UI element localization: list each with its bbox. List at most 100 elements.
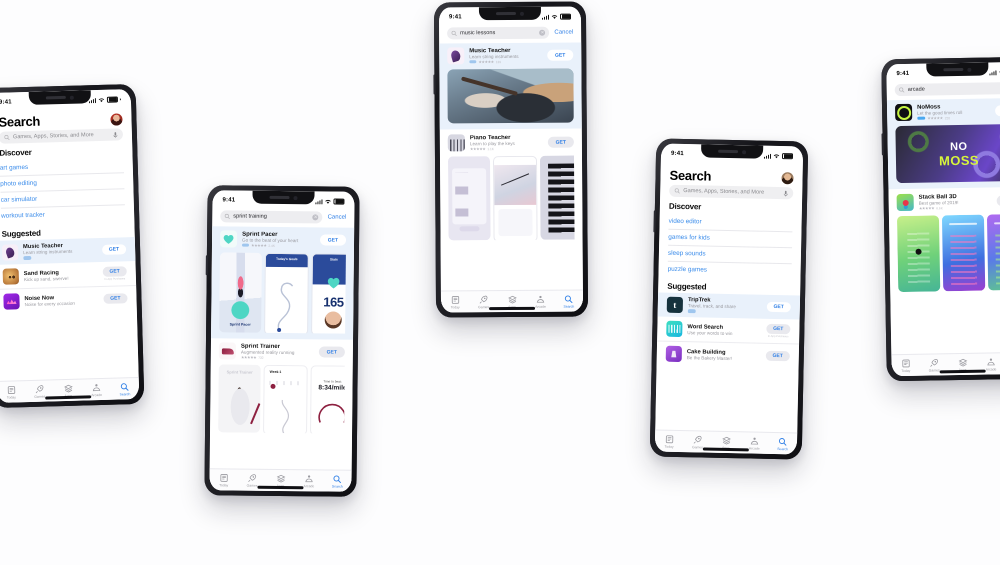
tab-label: Search (331, 484, 343, 489)
tab-label: Today (901, 368, 911, 373)
tab-label: Search (119, 391, 131, 397)
tab-search[interactable]: Search (555, 294, 583, 308)
screenshot[interactable] (539, 155, 575, 240)
rating-count: 139 (495, 59, 502, 64)
screenshot-strip[interactable] (447, 155, 575, 241)
get-button[interactable]: GET (103, 293, 128, 304)
get-button[interactable]: GET (546, 49, 574, 61)
list-item[interactable]: Cake Building Be the Bakery Master! GET (657, 342, 799, 369)
avatar-face (110, 112, 123, 126)
screenshot[interactable]: Sprint Trainer (218, 364, 261, 433)
screenshot-strip[interactable]: Sprint Trainer Week 1 Time to beat: (218, 364, 345, 434)
stack-art (950, 234, 977, 286)
search-input[interactable]: music lessons ✕ (447, 26, 550, 40)
screenshot[interactable]: Sprint Pacer (219, 252, 262, 333)
apps-icon (63, 384, 73, 392)
app-icon-art (3, 293, 19, 309)
avatar[interactable] (110, 112, 123, 126)
get-button[interactable]: GET (547, 136, 574, 148)
app-store-search-screen-4: 9:41 Search Games, Apps, Stories, and Mo… (654, 143, 804, 455)
microphone-icon[interactable] (783, 190, 788, 197)
search-input[interactable]: Games, Apps, Stories, and More (0, 128, 124, 144)
get-button[interactable]: GET (102, 266, 127, 277)
front-camera (293, 195, 298, 200)
games-icon (479, 295, 488, 303)
hero-screenshot[interactable]: NO MOSS (895, 123, 1000, 184)
rating-count: 732 (258, 355, 264, 360)
phone-device-4: 9:41 Search Games, Apps, Stories, and Mo… (649, 138, 809, 460)
tab-today[interactable]: Today (655, 434, 684, 449)
search-input[interactable]: sprint training ✕ (220, 210, 323, 224)
tab-label: Today (664, 444, 674, 449)
microphone-icon[interactable] (113, 131, 118, 138)
screenshot-strip[interactable] (896, 213, 1000, 293)
list-item[interactable]: Noise Now Noise for every occasion GET (0, 286, 137, 314)
metric-value: 165 (323, 294, 344, 310)
screenshot[interactable]: Stats 165 (311, 253, 346, 334)
search-input[interactable]: arcade ✕ (894, 81, 1000, 97)
screenshot[interactable] (447, 156, 491, 241)
get-button[interactable]: GET (101, 244, 127, 255)
cancel-button[interactable]: Cancel (554, 30, 573, 36)
get-button[interactable]: GET (996, 194, 1000, 207)
avatar[interactable] (781, 171, 794, 184)
screenshot[interactable] (941, 214, 986, 292)
get-button[interactable]: GET (318, 346, 345, 358)
screenshot[interactable]: Week 1 (263, 364, 308, 434)
clear-search-icon[interactable]: ✕ (312, 214, 319, 221)
app-icon (894, 103, 913, 122)
screenshot-art (218, 364, 261, 433)
tab-today[interactable]: Today (209, 473, 238, 487)
screenshot[interactable] (986, 213, 1000, 291)
screenshot[interactable]: Today's Goals (264, 252, 309, 334)
screenshot-strip[interactable]: Sprint Pacer Today's Goals Stats 165 (219, 252, 346, 334)
app-subtitle: Learn string instruments (469, 53, 519, 59)
list-item[interactable]: t TripTrek Travel, track, and share GET (657, 292, 801, 320)
games-icon (693, 435, 702, 444)
clear-search-icon[interactable]: ✕ (539, 29, 546, 36)
tab-today[interactable]: Today (891, 358, 920, 373)
search-input[interactable]: Games, Apps, Stories, and More (669, 184, 794, 200)
route-map (281, 399, 290, 434)
iap-badge (23, 256, 32, 260)
earpiece-speaker (269, 196, 290, 199)
front-camera (742, 149, 747, 154)
route-map (277, 282, 294, 332)
screenshot[interactable] (492, 155, 538, 241)
search-query: music lessons (460, 30, 496, 37)
apps-icon (958, 358, 967, 367)
cancel-button[interactable]: Cancel (328, 214, 347, 220)
tab-today[interactable]: Today (0, 385, 26, 400)
get-button[interactable]: GET (765, 323, 791, 335)
phone-volume-buttons[interactable] (432, 74, 436, 95)
battery-icon (559, 13, 572, 20)
tab-label: Arcade (985, 366, 997, 372)
screenshot-caption: Sprint Pacer (229, 322, 251, 327)
screenshot[interactable] (896, 215, 941, 293)
app-meta: TripTrek Travel, track, and share (687, 297, 762, 314)
app-icon (666, 320, 683, 338)
tab-search[interactable]: Search (768, 436, 797, 451)
apps-icon (507, 295, 517, 304)
search-placeholder: Games, Apps, Stories, and More (12, 132, 94, 141)
games-icon (35, 384, 44, 393)
app-icon-art (897, 194, 914, 211)
phone-notch (252, 190, 315, 205)
tab-today[interactable]: Today (441, 295, 470, 309)
phone-volume-buttons[interactable] (205, 255, 208, 276)
get-button[interactable]: GET (994, 104, 1000, 117)
tab-search[interactable]: Search (323, 474, 352, 488)
get-button[interactable]: GET (319, 234, 347, 246)
hero-screenshot[interactable] (447, 68, 574, 124)
screenshot[interactable]: Time to beat: 8:34/mile (310, 365, 345, 434)
app-rating: ★★★★★ 732 (241, 354, 314, 360)
get-button[interactable]: GET (765, 350, 790, 362)
search-icon (333, 474, 342, 483)
tab-search[interactable]: Search (110, 381, 139, 396)
page-title: Search (669, 167, 712, 184)
phone-volume-buttons[interactable] (880, 133, 884, 156)
cellular-signal-icon (764, 153, 772, 159)
get-button[interactable]: GET (766, 301, 791, 313)
battery-icon (106, 96, 119, 103)
list-item[interactable]: Word Search Use your words to win GET In… (657, 316, 800, 345)
